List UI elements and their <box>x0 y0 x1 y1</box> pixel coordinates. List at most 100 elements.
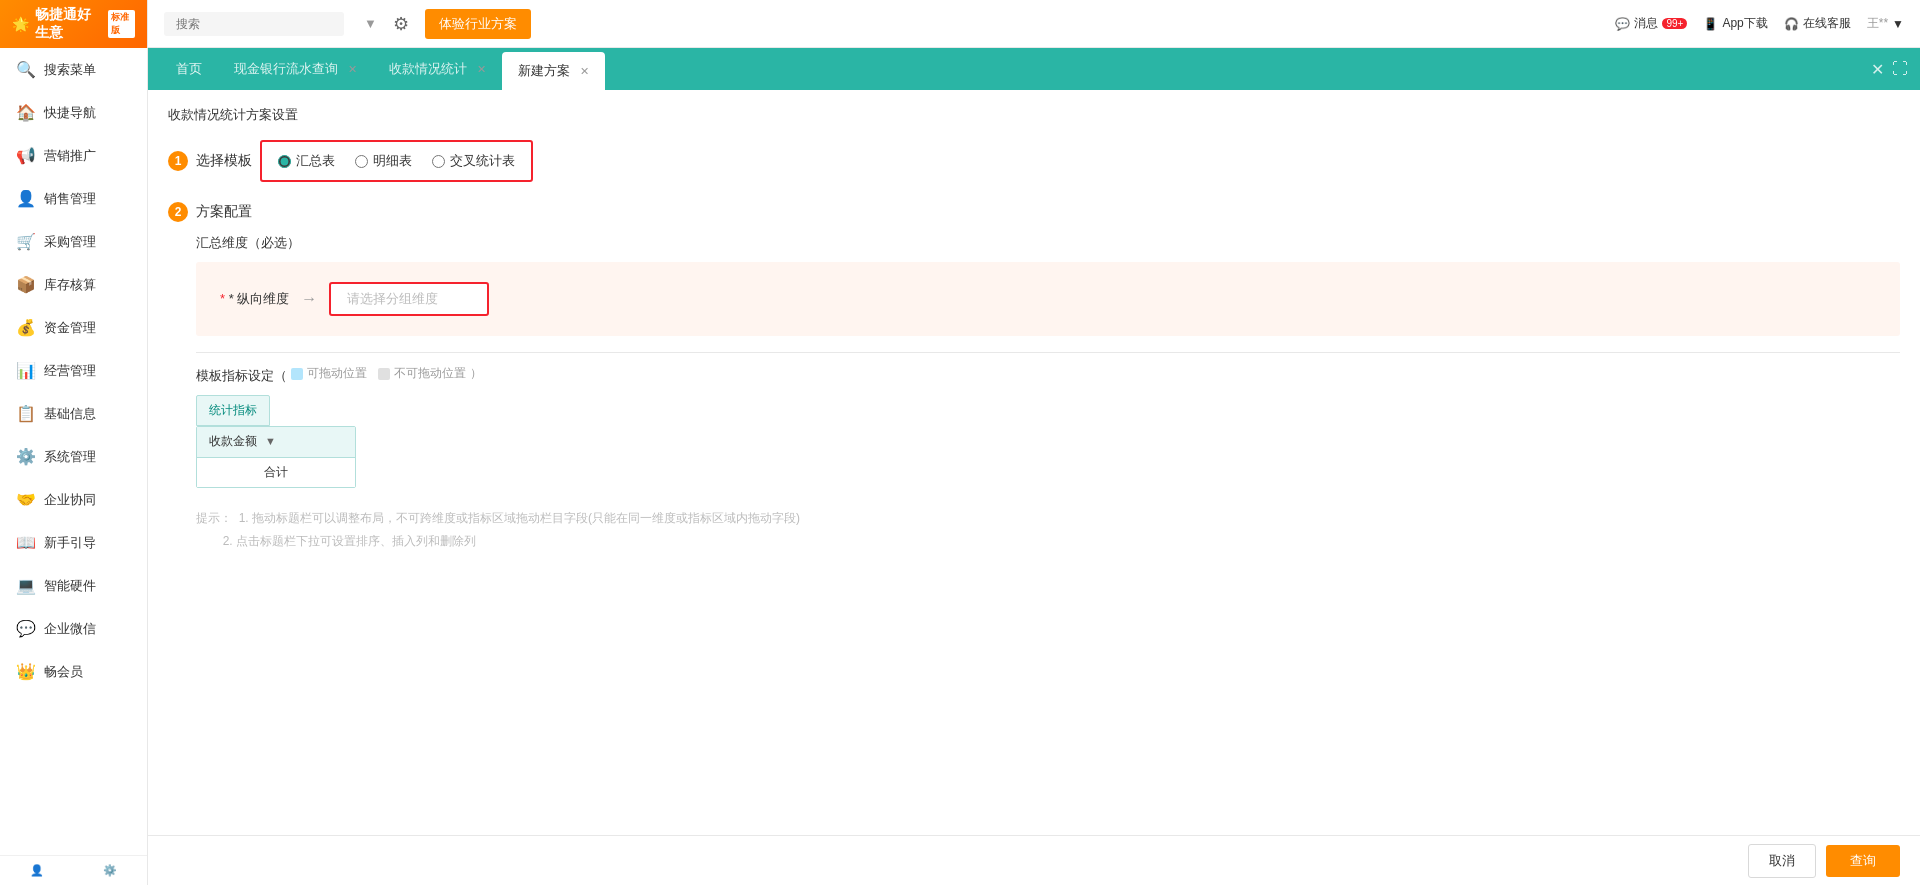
home-icon: 🏠 <box>16 103 36 122</box>
query-button[interactable]: 查询 <box>1826 845 1900 877</box>
tab-receipt[interactable]: 收款情况统计 ✕ <box>373 48 502 90</box>
draggable-dot <box>291 368 303 380</box>
cancel-button[interactable]: 取消 <box>1748 844 1816 878</box>
stats-table: 收款金额 ▼ 合计 <box>196 426 356 488</box>
tab-receipt-close[interactable]: ✕ <box>477 63 486 76</box>
tabs-right-controls: ✕ ⛶ <box>1871 60 1908 79</box>
sidebar-label: 快捷导航 <box>44 104 96 122</box>
radio-detail-label: 明细表 <box>373 152 412 170</box>
header-actions: 💬 消息 99+ 📱 App下载 🎧 在线客服 王** ▼ <box>1615 15 1904 32</box>
top-header: ▼ ⚙ 体验行业方案 💬 消息 99+ 📱 App下载 🎧 在线客服 王** ▼ <box>148 0 1920 48</box>
sidebar-item-basic[interactable]: 📋 基础信息 <box>0 392 147 435</box>
search-dropdown-icon[interactable]: ▼ <box>364 16 377 31</box>
tab-cashflow-close[interactable]: ✕ <box>348 63 357 76</box>
sidebar-item-cooperation[interactable]: 🤝 企业协同 <box>0 478 147 521</box>
stats-total-label: 合计 <box>264 465 288 479</box>
tip2: 2. 点击标题栏下拉可设置排序、插入列和删除列 <box>196 531 1900 553</box>
inventory-icon: 📦 <box>16 275 36 294</box>
radio-detail-input[interactable] <box>355 155 368 168</box>
sidebar-item-inventory[interactable]: 📦 库存核算 <box>0 263 147 306</box>
basic-icon: 📋 <box>16 404 36 423</box>
cooperation-icon: 🤝 <box>16 490 36 509</box>
stats-total-row: 合计 <box>197 457 355 487</box>
download-icon: 📱 <box>1703 17 1718 31</box>
radio-detail[interactable]: 明细表 <box>355 152 412 170</box>
app-name: 畅捷通好生意 <box>35 6 102 42</box>
indicators-section: 模板指标设定（ 可拖动位置 不可拖动位置 ） <box>196 365 1900 488</box>
tab-cashflow[interactable]: 现金银行流水查询 ✕ <box>218 48 373 90</box>
sidebar-label: 基础信息 <box>44 405 96 423</box>
step2-header: 2 方案配置 <box>168 202 1900 222</box>
download-button[interactable]: 📱 App下载 <box>1703 15 1767 32</box>
stats-dropdown-icon[interactable]: ▼ <box>265 435 276 447</box>
member-icon: 👑 <box>16 662 36 681</box>
search-input[interactable] <box>164 12 344 36</box>
sales-icon: 👤 <box>16 189 36 208</box>
sidebar-item-search[interactable]: 🔍 搜索菜单 <box>0 48 147 91</box>
tab-new-plan[interactable]: 新建方案 ✕ <box>502 52 605 90</box>
user-name: 王** <box>1867 15 1888 32</box>
sidebar-item-hardware[interactable]: 💻 智能硬件 <box>0 564 147 607</box>
guide-icon: 📖 <box>16 533 36 552</box>
message-label: 消息 <box>1634 15 1658 32</box>
service-label: 在线客服 <box>1803 15 1851 32</box>
app-logo: 🌟 畅捷通好生意 标准版 <box>0 0 147 48</box>
message-badge: 99+ <box>1662 18 1687 29</box>
tab-home[interactable]: 首页 <box>160 48 218 90</box>
sidebar-label: 畅会员 <box>44 663 83 681</box>
user-menu[interactable]: 王** ▼ <box>1867 15 1904 32</box>
tab-receipt-label: 收款情况统计 <box>389 60 467 78</box>
sidebar-label: 资金管理 <box>44 319 96 337</box>
tip1: 提示： 1. 拖动标题栏可以调整布局，不可跨维度或指标区域拖动栏目字段(只能在同… <box>196 508 1900 530</box>
vertical-dim-label: * 纵向维度 <box>229 291 290 306</box>
app-badge: 标准版 <box>108 10 135 38</box>
service-button[interactable]: 🎧 在线客服 <box>1784 15 1851 32</box>
sidebar-bottom-settings[interactable]: ⚙️ <box>103 864 117 877</box>
tab-new-plan-close[interactable]: ✕ <box>580 65 589 78</box>
sidebar-item-wechat[interactable]: 💬 企业微信 <box>0 607 147 650</box>
step2-title: 方案配置 <box>196 203 252 221</box>
sidebar-item-marketing[interactable]: 📢 营销推广 <box>0 134 147 177</box>
arrow-icon: → <box>301 290 317 308</box>
sidebar: 🌟 畅捷通好生意 标准版 🔍 搜索菜单 🏠 快捷导航 📢 营销推广 👤 销售管理… <box>0 0 148 885</box>
sidebar-bottom: 👤 ⚙️ <box>0 855 147 885</box>
tab-expand-icon[interactable]: ⛶ <box>1892 60 1908 79</box>
footer: 取消 查询 <box>148 835 1920 885</box>
dimension-selector[interactable]: 请选择分组维度 <box>329 282 489 316</box>
download-label: App下载 <box>1722 15 1767 32</box>
sidebar-item-management[interactable]: 📊 经营管理 <box>0 349 147 392</box>
sidebar-bottom-person[interactable]: 👤 <box>30 864 44 877</box>
main-area: ▼ ⚙ 体验行业方案 💬 消息 99+ 📱 App下载 🎧 在线客服 王** ▼ <box>148 0 1920 885</box>
sidebar-label: 搜索菜单 <box>44 61 96 79</box>
sidebar-item-finance[interactable]: 💰 资金管理 <box>0 306 147 349</box>
sidebar-item-home[interactable]: 🏠 快捷导航 <box>0 91 147 134</box>
sidebar-item-purchase[interactable]: 🛒 采购管理 <box>0 220 147 263</box>
tab-close-all-icon[interactable]: ✕ <box>1871 60 1884 79</box>
legend-draggable: 可拖动位置 <box>291 365 367 382</box>
sidebar-item-sales[interactable]: 👤 销售管理 <box>0 177 147 220</box>
content-inner: 收款情况统计方案设置 1 选择模板 汇总表 <box>148 90 1920 835</box>
sidebar-item-member[interactable]: 👑 畅会员 <box>0 650 147 693</box>
stats-container: 统计指标 收款金额 ▼ 合计 <box>196 395 1900 488</box>
sidebar-label: 采购管理 <box>44 233 96 251</box>
sidebar-item-system[interactable]: ⚙️ 系统管理 <box>0 435 147 478</box>
radio-cross-label: 交叉统计表 <box>450 152 515 170</box>
purchase-icon: 🛒 <box>16 232 36 251</box>
stats-group-label: 统计指标 <box>196 395 270 426</box>
dimension-section-label: 汇总维度（必选） <box>196 234 1900 252</box>
sidebar-item-guide[interactable]: 📖 新手引导 <box>0 521 147 564</box>
tab-cashflow-label: 现金银行流水查询 <box>234 60 338 78</box>
radio-cross[interactable]: 交叉统计表 <box>432 152 515 170</box>
gear-icon[interactable]: ⚙ <box>393 13 409 35</box>
search-icon: 🔍 <box>16 60 36 79</box>
template-radio-group: 汇总表 明细表 交叉统计表 <box>278 152 515 170</box>
logo-icon: 🌟 <box>12 16 29 32</box>
radio-cross-input[interactable] <box>432 155 445 168</box>
industry-button[interactable]: 体验行业方案 <box>425 9 531 39</box>
message-button[interactable]: 💬 消息 99+ <box>1615 15 1687 32</box>
sidebar-label: 新手引导 <box>44 534 96 552</box>
page-title: 收款情况统计方案设置 <box>168 106 1900 124</box>
message-icon: 💬 <box>1615 17 1630 31</box>
radio-summary[interactable]: 汇总表 <box>278 152 335 170</box>
radio-summary-input[interactable] <box>278 155 291 168</box>
